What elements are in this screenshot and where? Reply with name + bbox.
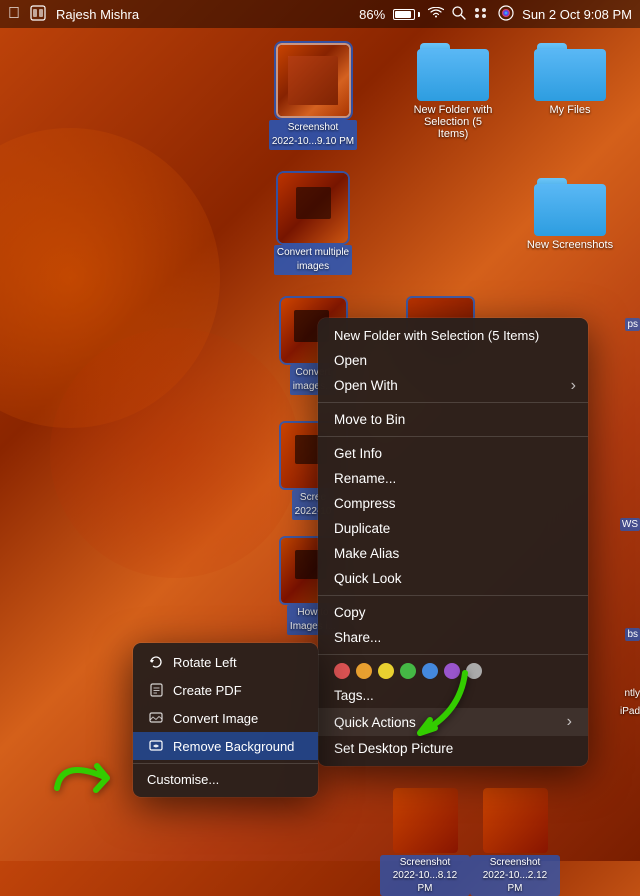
new-screenshots-icon[interactable]: New Screenshots: [525, 178, 615, 251]
menubar-left:  Rajesh Mishra: [8, 5, 139, 24]
username-label: Rajesh Mishra: [56, 7, 139, 22]
desktop: Screenshot2022-10...9.10 PM New Folder w…: [0, 28, 640, 861]
cm-move-to-bin[interactable]: Move to Bin: [318, 407, 588, 432]
create-pdf-icon: [147, 681, 165, 699]
cm-sep3: [318, 595, 588, 596]
datetime-label: Sun 2 Oct 9:08 PM: [522, 7, 632, 22]
cm-copy[interactable]: Copy: [318, 600, 588, 625]
search-icon[interactable]: [452, 6, 466, 23]
cm-get-info[interactable]: Get Info: [318, 441, 588, 466]
customise-label: Customise...: [147, 772, 219, 787]
tag-orange[interactable]: [356, 663, 372, 679]
create-pdf-label: Create PDF: [173, 683, 242, 698]
rotate-left-icon: [147, 653, 165, 671]
my-files-icon[interactable]: My Files: [525, 43, 615, 116]
sm-remove-background[interactable]: Remove Background: [133, 732, 318, 760]
convert-image-icon: [147, 709, 165, 727]
cm-sep2: [318, 436, 588, 437]
screenshot-bottom1-label: Screenshot2022-10...8.12 PM: [380, 855, 470, 896]
wifi-icon[interactable]: [428, 6, 444, 22]
sm-customise[interactable]: Customise...: [133, 767, 318, 792]
sm-rotate-left[interactable]: Rotate Left: [133, 648, 318, 676]
convert-multiple-icon[interactable]: Convert multipleimages: [268, 173, 358, 275]
cm-new-folder[interactable]: New Folder with Selection (5 Items): [318, 323, 588, 348]
battery-indicator: [393, 9, 420, 20]
cm-share[interactable]: Share...: [318, 625, 588, 650]
cm-rename[interactable]: Rename...: [318, 466, 588, 491]
menubar-right: 86% Sun 2 Oct 9:08 PM: [359, 5, 632, 24]
menubar:  Rajesh Mishra 86% Sun 2 Oct 9:08 PM: [0, 0, 640, 28]
screenshot-main-icon[interactable]: Screenshot2022-10...9.10 PM: [268, 43, 358, 150]
sm-sep: [133, 763, 318, 764]
cm-make-alias[interactable]: Make Alias: [318, 541, 588, 566]
screenshot-main-label: Screenshot2022-10...9.10 PM: [269, 120, 357, 150]
siri-icon[interactable]: [498, 5, 514, 24]
green-arrow-right: [380, 658, 480, 763]
convert-multiple-label: Convert multipleimages: [274, 245, 352, 275]
cm-open-with[interactable]: Open With: [318, 373, 588, 398]
quick-actions-arrow: ›: [567, 713, 572, 731]
cm-quick-look[interactable]: Quick Look: [318, 566, 588, 591]
quick-actions-submenu: Rotate Left Create PDF Convert Image Rem…: [133, 643, 318, 797]
apple-icon[interactable]: : [8, 5, 20, 23]
cm-sep4: [318, 654, 588, 655]
cm-open[interactable]: Open: [318, 348, 588, 373]
screenshot-bottom2-icon[interactable]: Screenshot2022-10...2.12 PM: [470, 788, 560, 896]
partially-visible-ntly: ntly: [624, 688, 640, 699]
control-center-icon[interactable]: [474, 6, 490, 22]
cm-compress[interactable]: Compress: [318, 491, 588, 516]
remove-background-label: Remove Background: [173, 739, 294, 754]
cm-sep1: [318, 402, 588, 403]
featured-images-label: New Folder with Selection (5 Items): [408, 104, 498, 140]
right-partial-ws: WS: [620, 518, 640, 531]
screenshot-bottom1-icon[interactable]: Screenshot2022-10...8.12 PM: [380, 788, 470, 896]
rotate-left-label: Rotate Left: [173, 655, 237, 670]
cm-duplicate[interactable]: Duplicate: [318, 516, 588, 541]
finder-icon[interactable]: [30, 5, 46, 24]
partially-visible-ipad: iPad: [620, 706, 640, 717]
tag-red[interactable]: [334, 663, 350, 679]
sm-convert-image[interactable]: Convert Image: [133, 704, 318, 732]
convert-image-label: Convert Image: [173, 711, 258, 726]
battery-percent: 86%: [359, 7, 385, 22]
sm-create-pdf[interactable]: Create PDF: [133, 676, 318, 704]
green-arrow-left: [52, 728, 142, 813]
screenshot-bottom2-label: Screenshot2022-10...2.12 PM: [470, 855, 560, 896]
new-screenshots-label: New Screenshots: [527, 239, 613, 251]
remove-background-icon: [147, 737, 165, 755]
featured-images-icon[interactable]: New Folder with Selection (5 Items): [408, 43, 498, 140]
right-partial-bs: bs: [625, 628, 640, 641]
my-files-label: My Files: [550, 104, 591, 116]
right-partial-ps: ps: [625, 318, 640, 331]
